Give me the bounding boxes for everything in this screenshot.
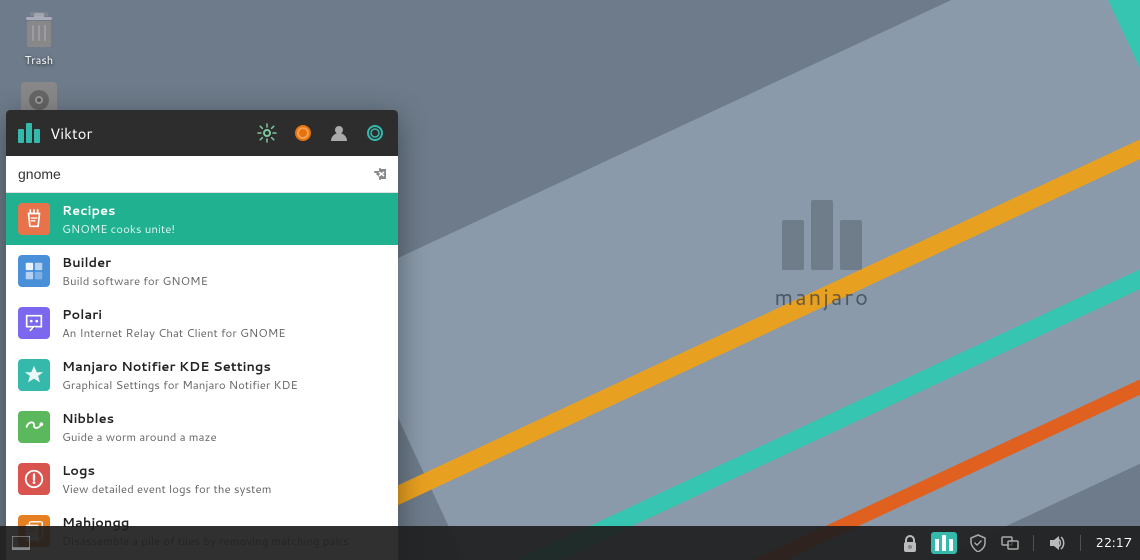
desktop-manjaro-text: manjaro (775, 282, 870, 313)
app-info-nibbles: NibblesGuide a worm around a maze (62, 410, 386, 445)
search-input[interactable] (14, 156, 370, 192)
app-item-manjaro-notifier[interactable]: Manjaro Notifier KDE SettingsGraphical S… (6, 349, 398, 401)
app-info-recipes: RecipesGNOME cooks unite! (62, 202, 386, 237)
app-info-manjaro-notifier: Manjaro Notifier KDE SettingsGraphical S… (62, 358, 386, 393)
settings-header-icon[interactable] (256, 122, 278, 144)
lock-icon[interactable] (899, 532, 921, 554)
app-name-recipes: Recipes (62, 202, 386, 220)
app-name-polari: Polari (62, 306, 386, 324)
app-list: RecipesGNOME cooks unite! BuilderBuild so… (6, 193, 398, 560)
app-info-logs: LogsView detailed event logs for the sys… (62, 462, 386, 497)
launcher-manjaro-icon (18, 123, 40, 143)
app-desc-polari: An Internet Relay Chat Client for GNOME (62, 324, 386, 341)
app-desc-builder: Build software for GNOME (62, 272, 386, 289)
disk-svg (27, 88, 51, 112)
trash-icon-img (21, 10, 57, 50)
account-header-icon[interactable] (328, 122, 350, 144)
taskbar-separator-1 (1033, 535, 1034, 551)
taskbar-manjaro-icon[interactable] (931, 532, 957, 554)
app-desc-logs: View detailed event logs for the system (62, 480, 386, 497)
show-desktop-button[interactable] (10, 532, 32, 554)
app-icon-logs (18, 463, 50, 495)
app-icon-manjaro-notifier (18, 359, 50, 391)
app-desc-nibbles: Guide a worm around a maze (62, 428, 386, 445)
app-item-logs[interactable]: LogsView detailed event logs for the sys… (6, 453, 398, 505)
search-clear-button[interactable] (370, 164, 390, 184)
app-icon-builder (18, 255, 50, 287)
app-name-manjaro-notifier: Manjaro Notifier KDE Settings (62, 358, 386, 376)
header-icons (256, 122, 386, 144)
trash-svg (22, 11, 56, 49)
desktop: manjaro Trash (0, 0, 1140, 560)
search-bar (6, 156, 398, 193)
app-info-polari: PolariAn Internet Relay Chat Client for … (62, 306, 386, 341)
show-desktop-area (8, 532, 34, 554)
app-item-polari[interactable]: PolariAn Internet Relay Chat Client for … (6, 297, 398, 349)
app-icon-recipes (18, 203, 50, 235)
app-icon-nibbles (18, 411, 50, 443)
manjaro-logo-icon (782, 200, 862, 270)
app-item-nibbles[interactable]: NibblesGuide a worm around a maze (6, 401, 398, 453)
launcher-header: Viktor (6, 110, 398, 156)
app-name-builder: Builder (62, 254, 386, 272)
taskbar: 22:17 (0, 526, 1140, 560)
app-name-logs: Logs (62, 462, 386, 480)
app-icon-polari (18, 307, 50, 339)
launcher-title: Viktor (50, 123, 246, 144)
app-launcher: Viktor (6, 110, 398, 560)
app-desc-recipes: GNOME cooks unite! (62, 220, 386, 237)
trash-label: Trash (25, 52, 53, 68)
app-item-recipes[interactable]: RecipesGNOME cooks unite! (6, 193, 398, 245)
desktop-icons: Trash (0, 0, 78, 122)
taskbar-separator-2 (1080, 535, 1081, 551)
app-name-nibbles: Nibbles (62, 410, 386, 428)
desktop-manjaro-logo: manjaro (775, 200, 870, 313)
taskbar-time: 22:17 (1095, 534, 1132, 552)
app-info-builder: BuilderBuild software for GNOME (62, 254, 386, 289)
volume-icon[interactable] (1046, 532, 1068, 554)
notifications-header-icon[interactable] (292, 122, 314, 144)
app-desc-manjaro-notifier: Graphical Settings for Manjaro Notifier … (62, 376, 386, 393)
window-manager-icon[interactable] (999, 532, 1021, 554)
security-icon[interactable] (967, 532, 989, 554)
app-item-builder[interactable]: BuilderBuild software for GNOME (6, 245, 398, 297)
power-header-icon[interactable] (364, 122, 386, 144)
trash-icon[interactable]: Trash (4, 4, 74, 74)
